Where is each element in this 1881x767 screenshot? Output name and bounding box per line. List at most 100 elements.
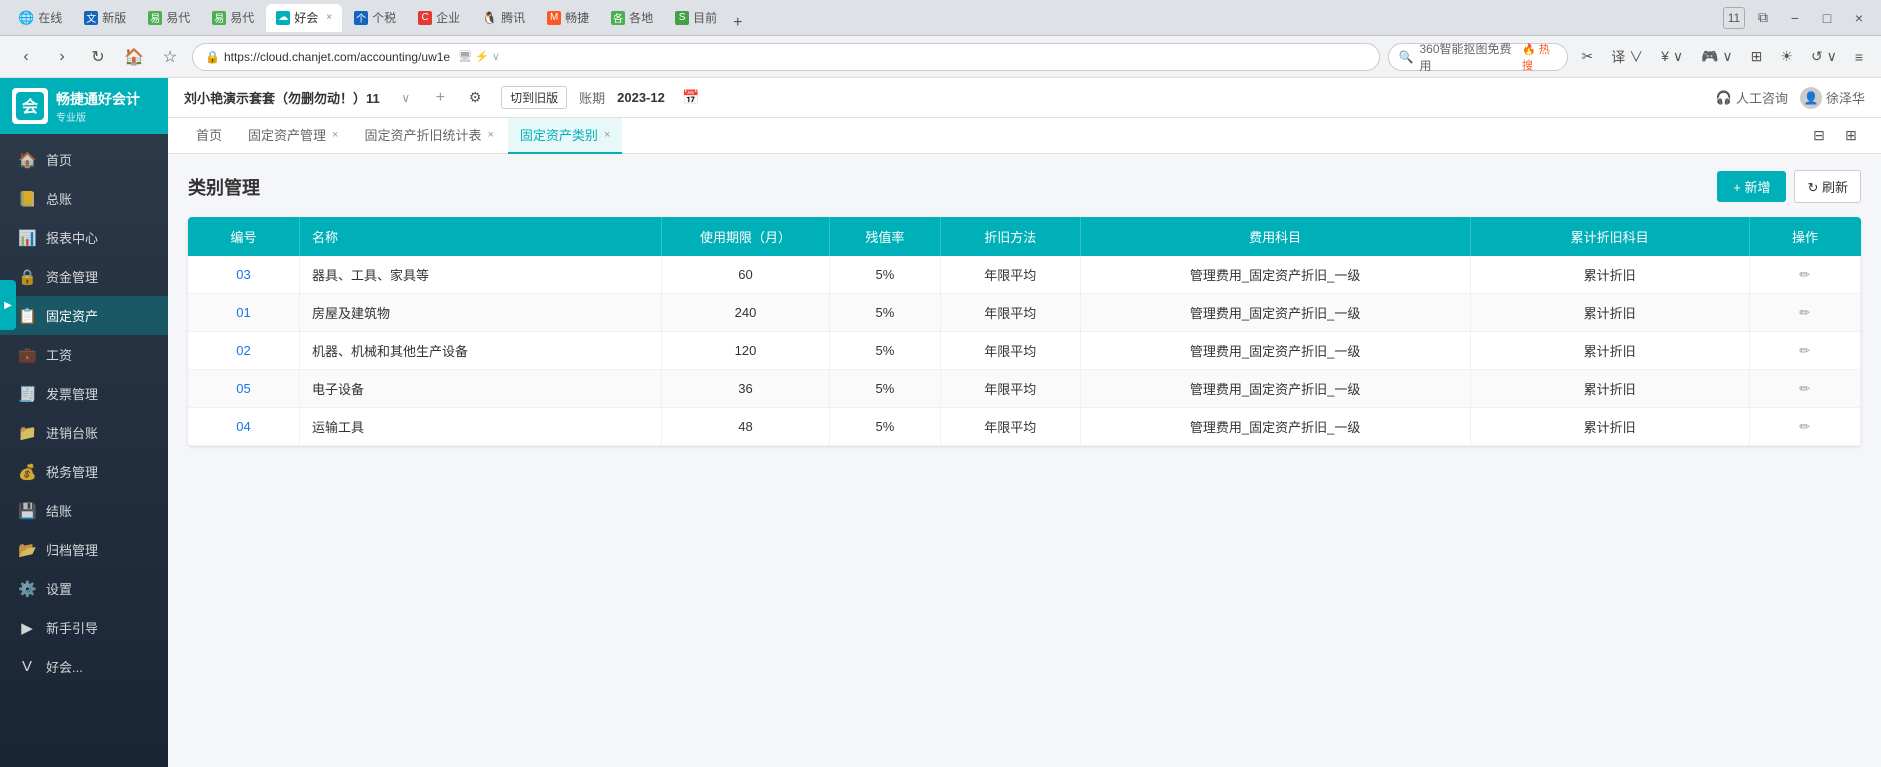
cell-code[interactable]: 04 [188, 408, 300, 446]
currency-btn[interactable]: ¥ ∨ [1655, 46, 1689, 67]
sidebar-item-label: 总账 [46, 189, 72, 208]
sidebar-item-fixed[interactable]: 📋 固定资产 [0, 296, 168, 335]
side-quick-access: ▶ [0, 280, 16, 330]
maximize-button[interactable]: □ [1813, 4, 1841, 32]
sidebar-item-guide[interactable]: ▶ 新手引导 [0, 608, 168, 647]
table-body: 03 器具、工具、家具等 60 5% 年限平均 管理费用_固定资产折旧_一级 累… [188, 256, 1861, 446]
cell-code[interactable]: 03 [188, 256, 300, 294]
tab-maximize-btn[interactable]: ⊞ [1837, 122, 1865, 150]
tab-home-label: 首页 [196, 125, 222, 144]
browser-tab-6[interactable]: 个 个税 [344, 4, 406, 32]
security-icon: 🔒 [205, 50, 220, 64]
logo-text: 畅捷通好会计 专业版 [56, 89, 140, 124]
sidebar-item-salary[interactable]: 💼 工资 [0, 335, 168, 374]
tab-label: 各地 [629, 9, 653, 26]
browser-tab-10[interactable]: 各 各地 [601, 4, 663, 32]
sidebar-item-archive[interactable]: 📂 归档管理 [0, 530, 168, 569]
refresh-button[interactable]: ↻ 刷新 [1794, 170, 1861, 203]
new-tab-button[interactable]: + [729, 14, 746, 32]
browser-tab-8[interactable]: 🐧 腾讯 [472, 4, 535, 32]
grid-btn[interactable]: ⊞ [1745, 46, 1769, 67]
calendar-icon[interactable]: 📅 [677, 84, 705, 112]
home-button[interactable]: 🏠 [120, 43, 148, 71]
browser-tab-1[interactable]: 🌐 在线 [8, 4, 72, 32]
translate-btn[interactable]: 译 ∨ [1605, 45, 1649, 69]
user-button[interactable]: 👤 徐泽华 [1800, 87, 1865, 109]
cell-period: 120 [662, 332, 829, 370]
browser-tab-2[interactable]: 文 新版 [74, 4, 136, 32]
tab-home[interactable]: 首页 [184, 118, 234, 154]
browser-tab-3[interactable]: 易 易代 [138, 4, 200, 32]
browser-tab-5[interactable]: ☁ 好会 × [266, 4, 342, 32]
edit-icon[interactable]: ✏ [1799, 419, 1810, 434]
sidebar-item-funds[interactable]: 🔒 资金管理 [0, 257, 168, 296]
browser-tab-7[interactable]: C 企业 [408, 4, 470, 32]
tab-depreciation-table[interactable]: 固定资产折旧统计表 × [352, 118, 505, 154]
tab-close-5[interactable]: × [326, 12, 332, 23]
tab-minimize-btn[interactable]: ⊟ [1805, 122, 1833, 150]
game-btn[interactable]: 🎮 ∨ [1695, 46, 1739, 67]
cell-name: 电子设备 [300, 370, 662, 408]
bookmark-button[interactable]: ☆ [156, 43, 184, 71]
logo-icon: 会 [12, 88, 48, 124]
edit-icon[interactable]: ✏ [1799, 343, 1810, 358]
cell-code[interactable]: 01 [188, 294, 300, 332]
tab-fixed-asset-mgmt[interactable]: 固定资产管理 × [236, 118, 350, 154]
col-period: 使用期限（月） [662, 217, 829, 256]
close-window-button[interactable]: × [1845, 4, 1873, 32]
cell-code[interactable]: 02 [188, 332, 300, 370]
top-bar-left: 刘小艳演示套套（勿删勿动！）11 ∨ + ⚙ 切到旧版 账期 2023-12 📅 [184, 84, 705, 112]
sidebar-item-label: 发票管理 [46, 384, 98, 403]
sun-btn[interactable]: ☀ [1774, 46, 1799, 67]
tab-close-category[interactable]: × [604, 129, 610, 141]
history-btn[interactable]: ↺ ∨ [1805, 46, 1843, 67]
browser-tab-9[interactable]: M 畅捷 [537, 4, 599, 32]
browser-tab-11[interactable]: S 目前 [665, 4, 727, 32]
sidebar-item-tax[interactable]: 💰 税务管理 [0, 452, 168, 491]
add-button[interactable]: + 新增 [1717, 171, 1786, 202]
side-quick-btn[interactable]: ▶ [0, 280, 16, 330]
reload-button[interactable]: ↻ [84, 43, 112, 71]
sidebar-item-settings[interactable]: ⚙️ 设置 [0, 569, 168, 608]
sidebar-item-checkout[interactable]: 💾 结账 [0, 491, 168, 530]
cell-code[interactable]: 05 [188, 370, 300, 408]
tab-label: 易代 [230, 9, 254, 26]
browser-tab-4[interactable]: 易 易代 [202, 4, 264, 32]
menu-btn[interactable]: ≡ [1849, 47, 1869, 67]
settings-cog[interactable]: ⚙ [461, 84, 489, 112]
edit-icon[interactable]: ✏ [1799, 267, 1810, 282]
sidebar-item-more[interactable]: V 好会... [0, 647, 168, 686]
cell-action: ✏ [1749, 256, 1861, 294]
tab-label: 畅捷 [565, 9, 589, 26]
tab-close-depreciation[interactable]: × [487, 129, 493, 141]
sidebar-item-ledger[interactable]: 📒 总账 [0, 179, 168, 218]
edit-icon[interactable]: ✏ [1799, 305, 1810, 320]
search-box[interactable]: 🔍 360智能抠图免费用 🔥 热搜 [1388, 43, 1568, 71]
sidebar-item-home[interactable]: 🏠 首页 [0, 140, 168, 179]
forward-button[interactable]: › [48, 43, 76, 71]
back-button[interactable]: ‹ [12, 43, 40, 71]
sidebar-item-report[interactable]: 📊 报表中心 [0, 218, 168, 257]
tab-close-fixed-asset-mgmt[interactable]: × [332, 129, 338, 141]
switch-version-button[interactable]: 切到旧版 [501, 86, 567, 109]
browser-toolbar: ‹ › ↻ 🏠 ☆ 🔒 https://cloud.chanjet.com/ac… [0, 36, 1881, 78]
cell-expense: 管理费用_固定资产折旧_一级 [1080, 256, 1470, 294]
minimize-button[interactable]: − [1781, 4, 1809, 32]
sidebar-logo[interactable]: 会 畅捷通好会计 专业版 [0, 78, 168, 134]
cut-icon-btn[interactable]: ✂ [1576, 46, 1600, 67]
salary-icon: 💼 [18, 346, 36, 364]
restore-button[interactable]: ⧉ [1749, 4, 1777, 32]
company-dropdown[interactable]: ∨ [392, 84, 420, 112]
cell-accumulate: 累计折旧 [1470, 294, 1749, 332]
add-company-button[interactable]: + [432, 89, 449, 107]
sidebar-item-invoice[interactable]: 🧾 发票管理 [0, 374, 168, 413]
address-bar[interactable]: 🔒 https://cloud.chanjet.com/accounting/u… [192, 43, 1380, 71]
browser-chrome: 🌐 在线 文 新版 易 易代 易 易代 ☁ 好会 × 个 个税 C 企业 🐧 [0, 0, 1881, 36]
edit-icon[interactable]: ✏ [1799, 381, 1810, 396]
service-button[interactable]: 🎧 人工咨询 [1716, 88, 1788, 107]
tab-asset-category[interactable]: 固定资产类别 × [508, 118, 622, 154]
table-row: 05 电子设备 36 5% 年限平均 管理费用_固定资产折旧_一级 累计折旧 ✏ [188, 370, 1861, 408]
cell-method: 年限平均 [941, 332, 1080, 370]
sidebar-item-inventory[interactable]: 📁 进销台账 [0, 413, 168, 452]
main-content: 刘小艳演示套套（勿删勿动！）11 ∨ + ⚙ 切到旧版 账期 2023-12 📅… [168, 78, 1881, 767]
